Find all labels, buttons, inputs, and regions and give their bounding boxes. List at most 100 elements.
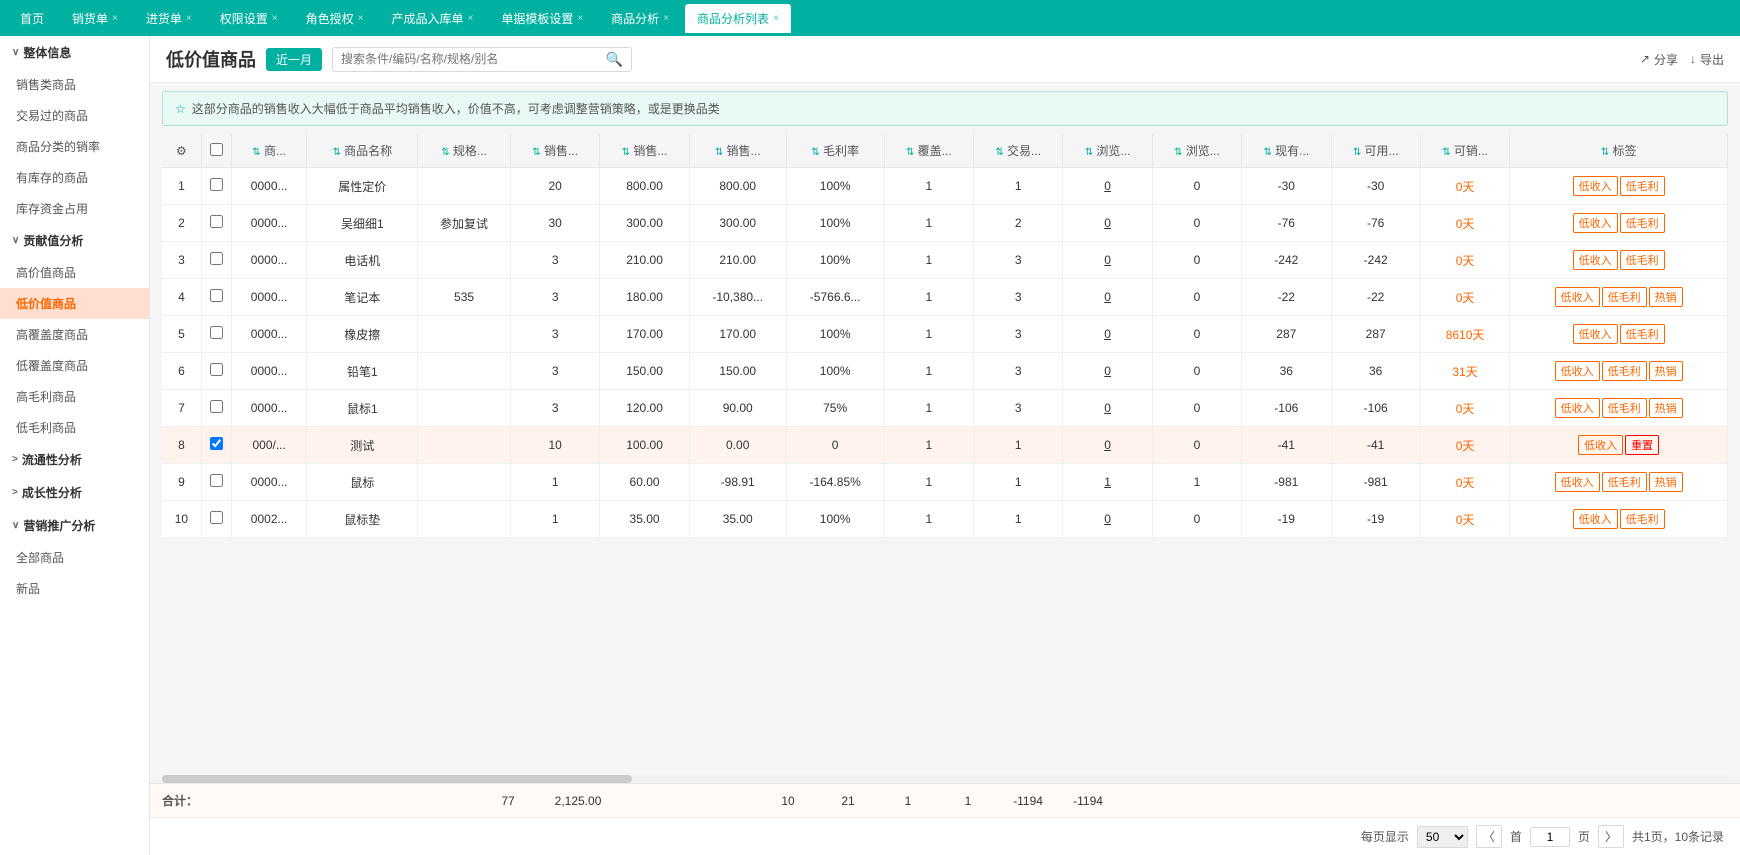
row-checkbox[interactable] xyxy=(210,215,223,228)
time-filter-button[interactable]: 近一月 xyxy=(266,48,322,71)
view1-link[interactable]: 1 xyxy=(1104,475,1111,489)
sidebar-item-high-gross[interactable]: 高毛利商品 xyxy=(0,381,149,412)
nav-permission[interactable]: 权限设置 × xyxy=(208,4,290,33)
scrollbar-thumb[interactable] xyxy=(162,775,632,783)
row-checkbox[interactable] xyxy=(210,400,223,413)
nav-purchase[interactable]: 进货单 × xyxy=(134,4,204,33)
cell-view1[interactable]: 0 xyxy=(1063,242,1152,279)
cell-checkbox[interactable] xyxy=(201,464,231,501)
cell-checkbox[interactable] xyxy=(201,390,231,427)
sort-trade[interactable]: ⇅ xyxy=(995,147,1003,158)
row-checkbox[interactable] xyxy=(210,363,223,376)
col-checkbox[interactable] xyxy=(201,134,231,168)
sort-current[interactable]: ⇅ xyxy=(1263,147,1271,158)
sort-saleable[interactable]: ⇅ xyxy=(1442,147,1450,158)
nav-analysis-list[interactable]: 商品分析列表 × xyxy=(685,4,791,33)
view1-link[interactable]: 0 xyxy=(1104,438,1111,452)
nav-role[interactable]: 角色授权 × xyxy=(294,4,376,33)
view1-link[interactable]: 0 xyxy=(1104,216,1111,230)
nav-role-close[interactable]: × xyxy=(358,13,364,24)
cell-checkbox[interactable] xyxy=(201,501,231,538)
next-page-btn[interactable]: 〉 xyxy=(1598,825,1624,848)
view1-link[interactable]: 0 xyxy=(1104,253,1111,267)
cell-checkbox[interactable] xyxy=(201,353,231,390)
page-input[interactable] xyxy=(1530,827,1570,847)
row-checkbox[interactable] xyxy=(210,474,223,487)
search-icon[interactable]: 🔍 xyxy=(606,51,623,68)
cell-checkbox[interactable] xyxy=(201,316,231,353)
nav-template-close[interactable]: × xyxy=(577,13,583,24)
nav-template[interactable]: 单据模板设置 × xyxy=(489,4,595,33)
sidebar-item-all-goods[interactable]: 全部商品 xyxy=(0,542,149,573)
nav-purchase-close[interactable]: × xyxy=(186,13,192,24)
sidebar-item-low-gross[interactable]: 低毛利商品 xyxy=(0,412,149,443)
sort-usable[interactable]: ⇅ xyxy=(1353,147,1361,158)
row-checkbox[interactable] xyxy=(210,437,223,450)
sort-cover[interactable]: ⇅ xyxy=(906,147,914,158)
nav-permission-close[interactable]: × xyxy=(272,13,278,24)
sidebar-group-flow[interactable]: > 流通性分析 xyxy=(0,443,149,476)
col-settings[interactable]: ⚙ xyxy=(162,134,201,168)
sort-sale2[interactable]: ⇅ xyxy=(622,147,630,158)
sidebar-item-high-cover[interactable]: 高覆盖度商品 xyxy=(0,319,149,350)
cell-checkbox[interactable] xyxy=(201,427,231,464)
sort-spec[interactable]: ⇅ xyxy=(441,147,449,158)
cell-view1[interactable]: 1 xyxy=(1063,464,1152,501)
cell-view1[interactable]: 0 xyxy=(1063,279,1152,316)
sort-code[interactable]: ⇅ xyxy=(252,147,260,158)
sidebar-item-traded-goods[interactable]: 交易过的商品 xyxy=(0,100,149,131)
view1-link[interactable]: 0 xyxy=(1104,179,1111,193)
sidebar-group-marketing[interactable]: ∨ 营销推广分析 xyxy=(0,509,149,542)
sidebar-item-high-value[interactable]: 高价值商品 xyxy=(0,257,149,288)
nav-sales[interactable]: 销货单 × xyxy=(60,4,130,33)
cell-view1[interactable]: 0 xyxy=(1063,390,1152,427)
cell-checkbox[interactable] xyxy=(201,168,231,205)
cell-view1[interactable]: 0 xyxy=(1063,168,1152,205)
cell-view1[interactable]: 0 xyxy=(1063,427,1152,464)
cell-view1[interactable]: 0 xyxy=(1063,205,1152,242)
view1-link[interactable]: 0 xyxy=(1104,290,1111,304)
sidebar-item-sales-goods[interactable]: 销售类商品 xyxy=(0,69,149,100)
row-checkbox[interactable] xyxy=(210,326,223,339)
sidebar-item-category-rate[interactable]: 商品分类的销率 xyxy=(0,131,149,162)
sidebar-item-new-goods[interactable]: 新品 xyxy=(0,573,149,604)
sidebar-item-stock-goods[interactable]: 有库存的商品 xyxy=(0,162,149,193)
sort-view2[interactable]: ⇅ xyxy=(1174,147,1182,158)
view1-link[interactable]: 0 xyxy=(1104,512,1111,526)
nav-analysis[interactable]: 商品分析 × xyxy=(599,4,681,33)
row-checkbox[interactable] xyxy=(210,511,223,524)
cell-view1[interactable]: 0 xyxy=(1063,501,1152,538)
cell-view1[interactable]: 0 xyxy=(1063,316,1152,353)
per-page-select[interactable]: 50 100 xyxy=(1417,826,1468,848)
cell-checkbox[interactable] xyxy=(201,242,231,279)
view1-link[interactable]: 0 xyxy=(1104,364,1111,378)
view1-link[interactable]: 0 xyxy=(1104,401,1111,415)
sidebar-group-contribution[interactable]: ∨ 贡献值分析 xyxy=(0,224,149,257)
sort-sale3[interactable]: ⇅ xyxy=(715,147,723,158)
horizontal-scrollbar[interactable] xyxy=(162,775,1728,783)
select-all-checkbox[interactable] xyxy=(210,143,223,156)
sort-tags[interactable]: ⇅ xyxy=(1601,147,1609,158)
nav-product-in-close[interactable]: × xyxy=(467,13,473,24)
view1-link[interactable]: 0 xyxy=(1104,327,1111,341)
row-checkbox[interactable] xyxy=(210,178,223,191)
export-button[interactable]: ↓ 导出 xyxy=(1690,51,1724,68)
share-button[interactable]: ↗ 分享 xyxy=(1640,51,1678,68)
cell-checkbox[interactable] xyxy=(201,205,231,242)
row-checkbox[interactable] xyxy=(210,289,223,302)
nav-home[interactable]: 首页 xyxy=(8,4,56,33)
cell-checkbox[interactable] xyxy=(201,279,231,316)
sort-name[interactable]: ⇅ xyxy=(332,147,340,158)
sort-view1[interactable]: ⇅ xyxy=(1085,147,1093,158)
row-checkbox[interactable] xyxy=(210,252,223,265)
search-input[interactable] xyxy=(341,52,606,66)
sidebar-item-low-cover[interactable]: 低覆盖度商品 xyxy=(0,350,149,381)
sidebar-group-overall[interactable]: ∨ 整体信息 xyxy=(0,36,149,69)
sort-sale1[interactable]: ⇅ xyxy=(532,147,540,158)
nav-analysis-list-close[interactable]: × xyxy=(773,13,779,24)
nav-analysis-close[interactable]: × xyxy=(663,13,669,24)
cell-view1[interactable]: 0 xyxy=(1063,353,1152,390)
nav-sales-close[interactable]: × xyxy=(112,13,118,24)
sidebar-item-low-value[interactable]: 低价值商品 xyxy=(0,288,149,319)
sort-gross[interactable]: ⇅ xyxy=(811,147,819,158)
